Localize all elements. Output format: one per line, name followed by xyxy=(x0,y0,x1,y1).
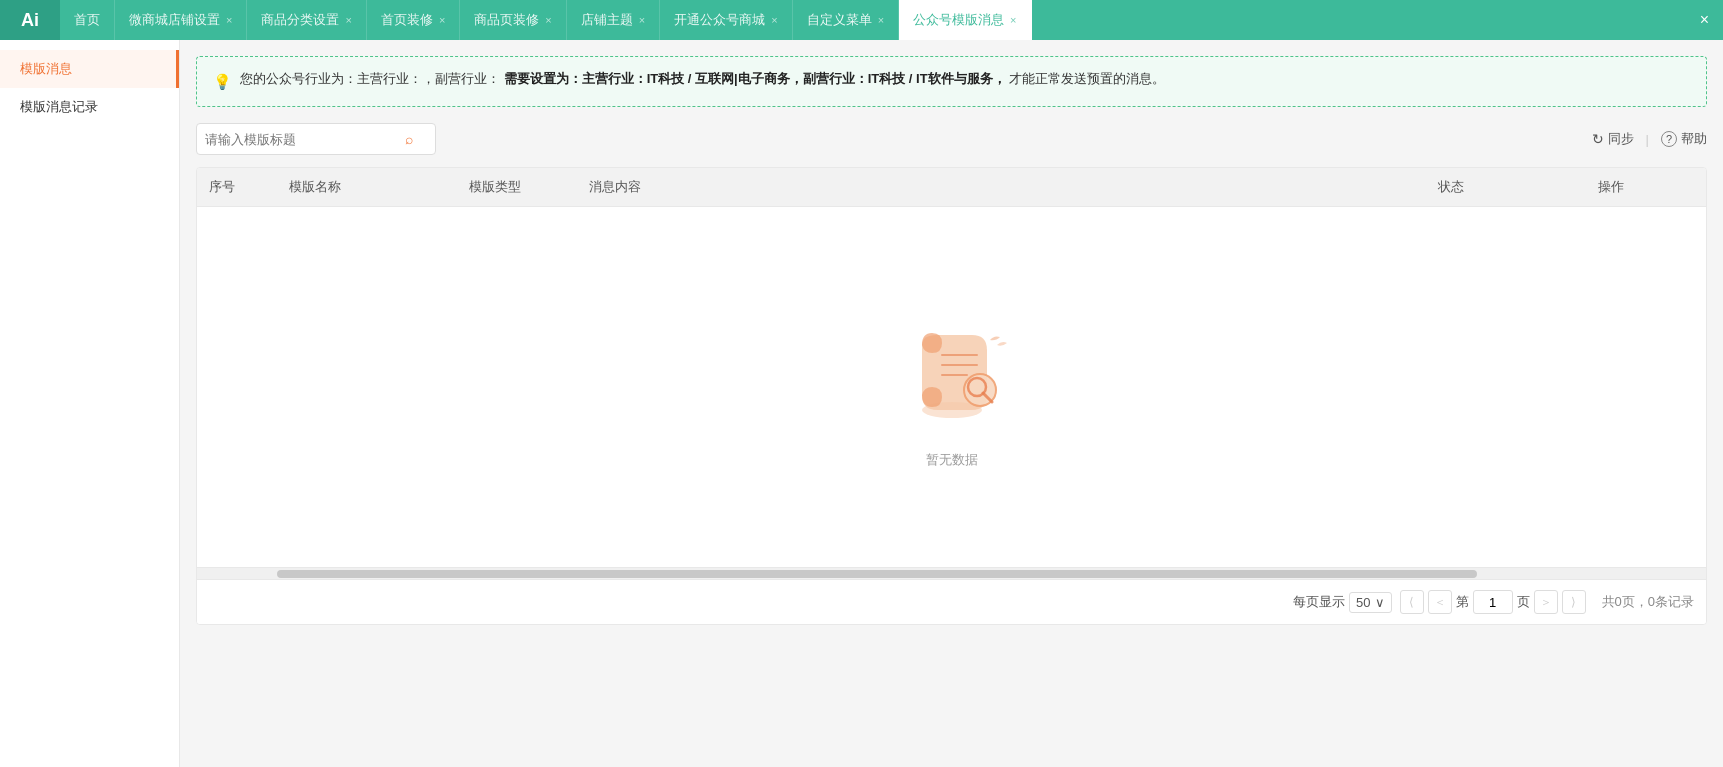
nav-tab-close-weshop[interactable]: × xyxy=(226,14,232,26)
nav-tab-label: 首页装修 xyxy=(381,11,433,29)
table-header-status: 状态 xyxy=(1426,168,1586,206)
nav-tab-templateMsg[interactable]: 公众号模版消息 × xyxy=(899,0,1031,40)
empty-illustration xyxy=(892,315,1012,435)
horizontal-scrollbar[interactable] xyxy=(197,567,1706,579)
close-all-button[interactable]: × xyxy=(1686,0,1723,40)
nav-tab-label: 商品分类设置 xyxy=(261,11,339,29)
nav-tab-category[interactable]: 商品分类设置 × xyxy=(247,0,366,40)
sidebar-item-label: 模版消息 xyxy=(20,60,72,78)
dropdown-arrow-icon: ∨ xyxy=(1375,595,1385,610)
content-area: 💡 您的公众号行业为：主营行业：，副营行业： 需要设置为：主营行业：IT科技 /… xyxy=(180,40,1723,767)
nav-tab-label: 开通公众号商城 xyxy=(674,11,765,29)
page-size-select: 每页显示 50 ∨ xyxy=(1293,592,1391,613)
help-button[interactable]: ? 帮助 xyxy=(1661,130,1707,148)
nav-tab-label: 微商城店铺设置 xyxy=(129,11,220,29)
nav-tab-close-theme[interactable]: × xyxy=(639,14,645,26)
help-icon: ? xyxy=(1661,131,1677,147)
nav-tab-label: 商品页装修 xyxy=(474,11,539,29)
page-input-group: 第 页 xyxy=(1456,590,1530,614)
table-header-name: 模版名称 xyxy=(277,168,457,206)
sidebar-item-template-record[interactable]: 模版消息记录 xyxy=(0,88,179,126)
nav-tab-weshop[interactable]: 微商城店铺设置 × xyxy=(115,0,247,40)
toolbar-divider: | xyxy=(1646,132,1649,147)
search-box: ⌕ xyxy=(196,123,436,155)
table-header-type: 模版类型 xyxy=(457,168,577,206)
table-header-content: 消息内容 xyxy=(577,168,1426,206)
scrollbar-thumb[interactable] xyxy=(277,570,1477,578)
nav-tab-close-product[interactable]: × xyxy=(545,14,551,26)
sidebar-item-label: 模版消息记录 xyxy=(20,98,98,116)
nav-tab-custommenu[interactable]: 自定义菜单 × xyxy=(793,0,899,40)
nav-tab-label: 店铺主题 xyxy=(581,11,633,29)
nav-tab-label: 首页 xyxy=(74,11,100,29)
sync-icon: ↻ xyxy=(1592,131,1604,147)
sidebar-item-template[interactable]: 模版消息 xyxy=(0,50,179,88)
page-size-dropdown[interactable]: 50 ∨ xyxy=(1349,592,1391,613)
nav-tab-close-mall[interactable]: × xyxy=(771,14,777,26)
search-icon[interactable]: ⌕ xyxy=(405,131,413,147)
total-info: 共0页，0条记录 xyxy=(1602,593,1694,611)
page-number-input[interactable] xyxy=(1473,590,1513,614)
nav-tab-mall[interactable]: 开通公众号商城 × xyxy=(660,0,792,40)
empty-state: 暂无数据 xyxy=(892,275,1012,499)
nav-tab-close-custommenu[interactable]: × xyxy=(878,14,884,26)
nav-tab-label: 自定义菜单 xyxy=(807,11,872,29)
page-navigation: ⟨ ＜ 第 页 ＞ ⟩ xyxy=(1400,590,1586,614)
sidebar: 模版消息模版消息记录 xyxy=(0,40,180,767)
nav-tabs: 首页微商城店铺设置×商品分类设置×首页装修×商品页装修×店铺主题×开通公众号商城… xyxy=(60,0,1686,40)
empty-text: 暂无数据 xyxy=(926,451,978,469)
nav-tab-product[interactable]: 商品页装修 × xyxy=(460,0,566,40)
prev-page-button[interactable]: ＜ xyxy=(1428,590,1452,614)
next-page-button[interactable]: ＞ xyxy=(1534,590,1558,614)
nav-tab-close-templateMsg[interactable]: × xyxy=(1010,14,1016,26)
nav-tab-close-homepage[interactable]: × xyxy=(439,14,445,26)
first-page-button[interactable]: ⟨ xyxy=(1400,590,1424,614)
notice-banner: 💡 您的公众号行业为：主营行业：，副营行业： 需要设置为：主营行业：IT科技 /… xyxy=(196,56,1707,107)
sync-button[interactable]: ↻ 同步 xyxy=(1592,130,1634,148)
top-nav-bar: Ai 首页微商城店铺设置×商品分类设置×首页装修×商品页装修×店铺主题×开通公众… xyxy=(0,0,1723,40)
table-container: 序号模版名称模版类型消息内容状态操作 xyxy=(196,167,1707,625)
toolbar: ⌕ ↻ 同步 | ? 帮助 xyxy=(196,123,1707,155)
table-header-action: 操作 xyxy=(1586,168,1706,206)
nav-tab-homepage[interactable]: 首页装修 × xyxy=(367,0,460,40)
nav-tab-theme[interactable]: 店铺主题 × xyxy=(567,0,660,40)
app-logo: Ai xyxy=(0,0,60,40)
toolbar-right: ↻ 同步 | ? 帮助 xyxy=(1592,130,1707,148)
pagination: 每页显示 50 ∨ ⟨ ＜ 第 页 ＞ ⟩ xyxy=(197,579,1706,624)
nav-tab-home[interactable]: 首页 xyxy=(60,0,115,40)
last-page-button[interactable]: ⟩ xyxy=(1562,590,1586,614)
search-input[interactable] xyxy=(205,132,405,147)
table-header-index: 序号 xyxy=(197,168,277,206)
nav-tab-label: 公众号模版消息 xyxy=(913,11,1004,29)
table-body: 暂无数据 xyxy=(197,207,1706,567)
main-layout: 模版消息模版消息记录 💡 您的公众号行业为：主营行业：，副营行业： 需要设置为：… xyxy=(0,40,1723,767)
notice-text: 您的公众号行业为：主营行业：，副营行业： 需要设置为：主营行业：IT科技 / 互… xyxy=(240,69,1165,90)
table-header: 序号模版名称模版类型消息内容状态操作 xyxy=(197,168,1706,207)
nav-tab-close-category[interactable]: × xyxy=(345,14,351,26)
notice-icon: 💡 xyxy=(213,70,232,94)
